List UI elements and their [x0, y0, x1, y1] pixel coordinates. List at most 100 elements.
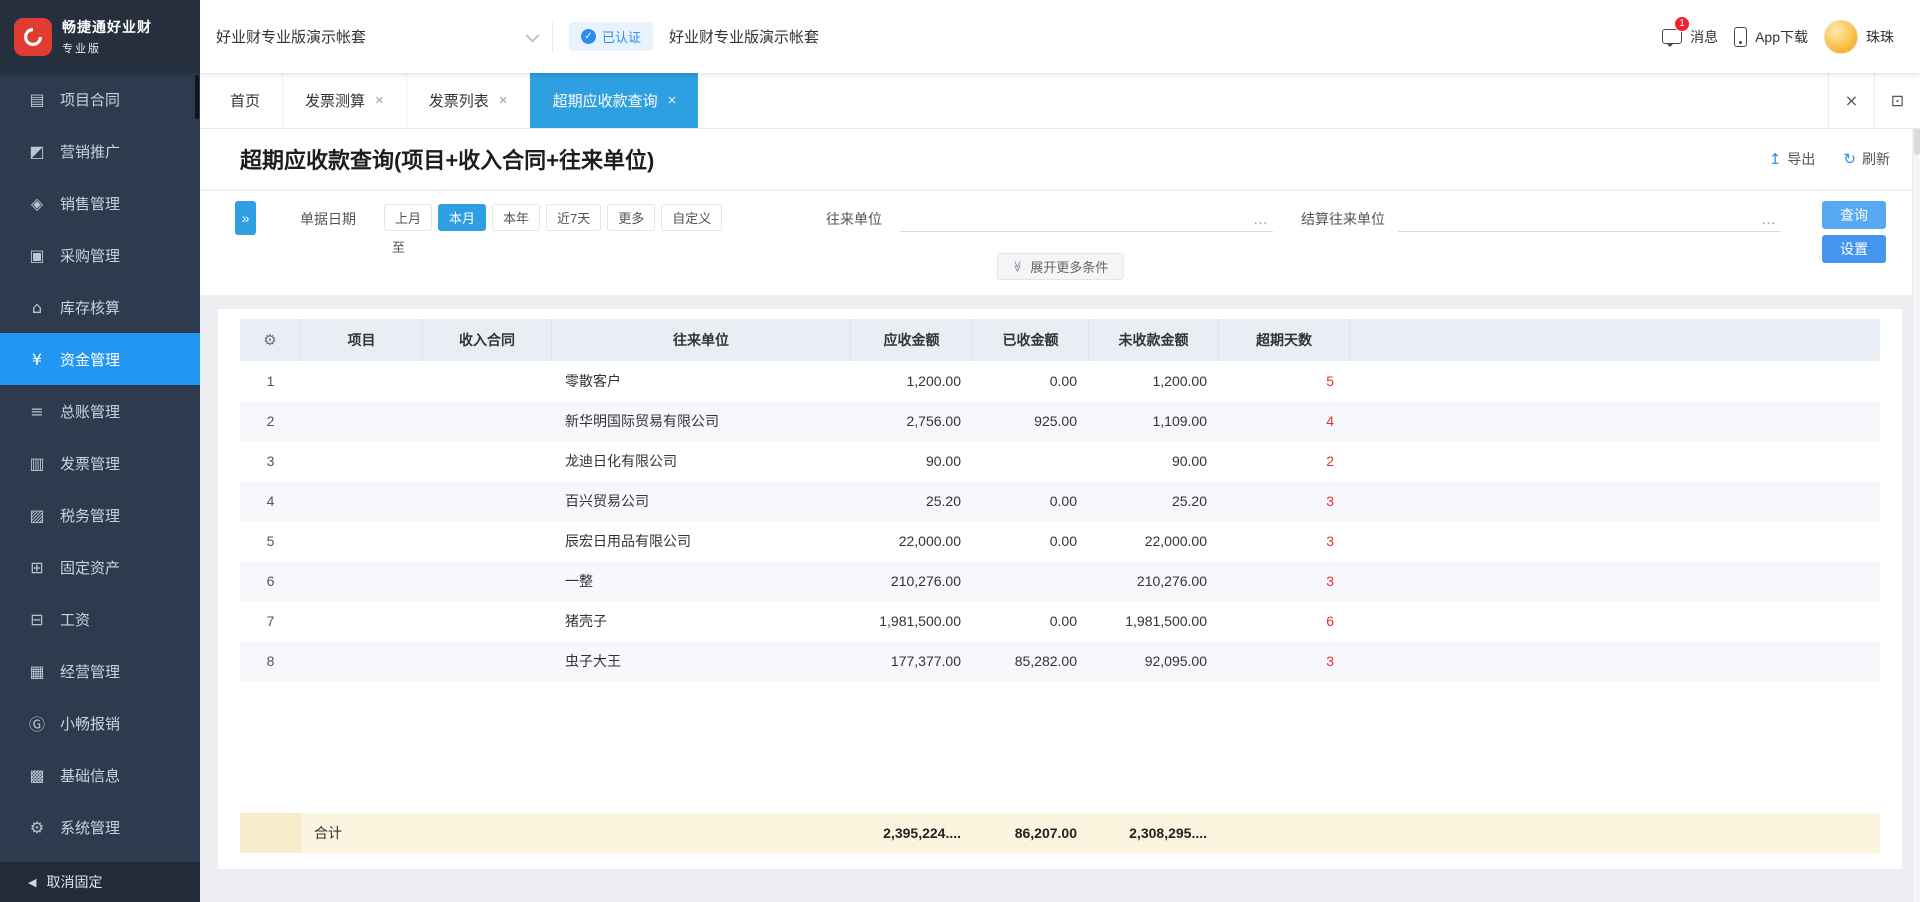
total-unreceived: 2,308,295.... [1129, 825, 1207, 841]
chevron-down-icon [525, 28, 540, 43]
messages-count-badge: 1 [1674, 15, 1691, 32]
search-button[interactable]: 查询 [1822, 201, 1886, 229]
tab-label: 首页 [230, 93, 261, 110]
cell-project [301, 441, 423, 481]
sidebar-item-payroll[interactable]: ⊟ 工资 [0, 593, 200, 645]
sidebar-item-operation[interactable]: ▦ 经营管理 [0, 645, 200, 697]
date-option[interactable]: 近7天 [546, 204, 602, 231]
close-tab-icon[interactable]: × [668, 92, 677, 109]
cell-partner: 百兴贸易公司 [565, 493, 649, 509]
cell-project [301, 521, 423, 561]
date-filter-label: 单据日期 [300, 211, 356, 227]
date-option[interactable]: 更多 [607, 204, 656, 231]
row-number: 1 [266, 373, 275, 389]
page-scrollbar[interactable] [1912, 73, 1920, 902]
table-row[interactable]: 8 虫子大王 177,377.00 85,282.00 92,095.00 3 [240, 641, 1880, 681]
cell-partner: 一整 [565, 573, 593, 589]
settings-button[interactable]: 设置 [1822, 235, 1886, 263]
sidebar-item-reimburse[interactable]: Ⓖ 小畅报销 [0, 697, 200, 749]
date-option[interactable]: 本年 [492, 204, 541, 231]
account-selector-value: 好业财专业版演示帐套 [216, 29, 367, 46]
sidebar-item-purchase[interactable]: ▣ 采购管理 [0, 229, 200, 281]
user-menu[interactable]: 珠珠 [1824, 19, 1894, 54]
sidebar-item-ledger[interactable]: ≡ 总账管理 [0, 385, 200, 437]
sidebar-item-label: 税务管理 [60, 507, 121, 525]
tab-1[interactable]: 发票测算 × [282, 73, 406, 128]
cell-receivable: 1,200.00 [906, 373, 962, 389]
expand-more-button[interactable]: ≫ 展开更多条件 [996, 253, 1124, 280]
sidebar-item-invoice[interactable]: ▥ 发票管理 [0, 437, 200, 489]
cell-received: 0.00 [1049, 373, 1077, 389]
cell-contract [423, 641, 552, 681]
column-header: 往来单位 [552, 319, 851, 361]
ledger-icon: ≡ [30, 401, 44, 421]
refresh-button[interactable]: ↻ 刷新 [1843, 149, 1890, 169]
cell-project [301, 641, 423, 681]
column-settings-gear-icon[interactable]: ⚙ [263, 331, 276, 349]
fullscreen-icon[interactable]: ⊡ [1874, 73, 1920, 128]
sidebar-item-marketing[interactable]: ◩ 营销推广 [0, 125, 200, 177]
sidebar-item-tax[interactable]: ▨ 税务管理 [0, 489, 200, 541]
sidebar-scrollbar-thumb[interactable] [195, 75, 199, 119]
row-number: 8 [266, 653, 275, 669]
table-header-settings: ⚙ [240, 319, 301, 361]
table-row[interactable]: 6 一整 210,276.00 210,276.00 3 [240, 561, 1880, 601]
partner-picker-icon[interactable]: … [1253, 211, 1269, 228]
table-row[interactable]: 3 龙迪日化有限公司 90.00 90.00 2 [240, 441, 1880, 481]
cell-receivable: 22,000.00 [898, 533, 961, 549]
payroll-icon: ⊟ [30, 609, 44, 629]
close-tab-icon[interactable]: × [375, 92, 384, 109]
column-header: 超期天数 [1219, 319, 1350, 361]
app-download-button[interactable]: App下载 [1734, 26, 1808, 47]
cell-project [301, 481, 423, 521]
table-row[interactable]: 4 百兴贸易公司 25.20 0.00 25.20 3 [240, 481, 1880, 521]
date-option[interactable]: 上月 [384, 204, 433, 231]
cell-partner: 龙迪日化有限公司 [565, 453, 677, 469]
tab-2[interactable]: 发票列表 × [405, 73, 530, 128]
page-title: 超期应收款查询(项目+收入合同+往来单位) [240, 148, 655, 173]
sidebar-item-system[interactable]: ⚙ 系统管理 [0, 801, 200, 853]
date-to-label: 至 [392, 240, 406, 255]
row-number: 5 [266, 533, 275, 549]
date-option[interactable]: 本月 [438, 204, 487, 231]
table-row[interactable]: 1 零散客户 1,200.00 0.00 1,200.00 5 [240, 361, 1880, 401]
cell-contract [423, 441, 552, 481]
sidebar-item-inventory[interactable]: ⌂ 库存核算 [0, 281, 200, 333]
inventory-icon: ⌂ [31, 297, 43, 317]
sidebar-item-contract[interactable]: ▤ 项目合同 [0, 73, 200, 125]
app-logo: 畅捷通好业财 专业版 [0, 0, 200, 73]
sidebar-item-label: 经营管理 [60, 663, 121, 681]
table-row[interactable]: 2 新华明国际贸易有限公司 2,756.00 925.00 1,109.00 4 [240, 401, 1880, 441]
settle-partner-filter-label: 结算往来单位 [1301, 211, 1385, 227]
tab-0[interactable]: 首页 [208, 73, 282, 128]
collapse-filter-button[interactable]: » [235, 201, 256, 235]
export-icon: ↥ [1768, 150, 1782, 168]
cell-partner: 虫子大王 [565, 653, 621, 669]
tab-3[interactable]: 超期应收款查询 × [529, 73, 699, 128]
cell-filler [1350, 561, 1880, 601]
unpin-button[interactable]: ◀ 取消固定 [0, 862, 200, 902]
messages-button[interactable]: 1 消息 [1662, 15, 1718, 47]
date-option[interactable]: 自定义 [661, 204, 723, 231]
sidebar-item-funds[interactable]: ¥ 资金管理 [0, 333, 200, 385]
export-button[interactable]: ↥ 导出 [1769, 149, 1816, 169]
partner-input[interactable]: … [900, 205, 1273, 232]
table-row[interactable]: 5 辰宏日用品有限公司 22,000.00 0.00 22,000.00 3 [240, 521, 1880, 561]
sidebar-item-baseinfo[interactable]: ▩ 基础信息 [0, 749, 200, 801]
cell-partner: 辰宏日用品有限公司 [565, 533, 691, 549]
cell-unreceived: 1,200.00 [1152, 373, 1208, 389]
settle-partner-picker-icon[interactable]: … [1761, 211, 1777, 228]
sidebar-item-sales[interactable]: ◈ 销售管理 [0, 177, 200, 229]
settle-partner-input[interactable]: … [1398, 205, 1781, 232]
account-selector[interactable]: 好业财专业版演示帐套 [216, 26, 540, 47]
cell-filler [1350, 641, 1880, 681]
cell-contract [423, 401, 552, 441]
column-header: 收入合同 [423, 319, 552, 361]
tab-bar: 首页 发票测算 × 发票列表 × 超期应收款查询 × × ⊡ [200, 73, 1920, 129]
close-tab-icon[interactable]: × [499, 92, 508, 109]
assets-icon: ⊞ [30, 557, 44, 577]
close-all-tabs-icon[interactable]: × [1828, 73, 1874, 128]
sidebar-item-assets[interactable]: ⊞ 固定资产 [0, 541, 200, 593]
cell-unreceived: 210,276.00 [1136, 573, 1207, 589]
table-row[interactable]: 7 猪壳子 1,981,500.00 0.00 1,981,500.00 6 [240, 601, 1880, 641]
